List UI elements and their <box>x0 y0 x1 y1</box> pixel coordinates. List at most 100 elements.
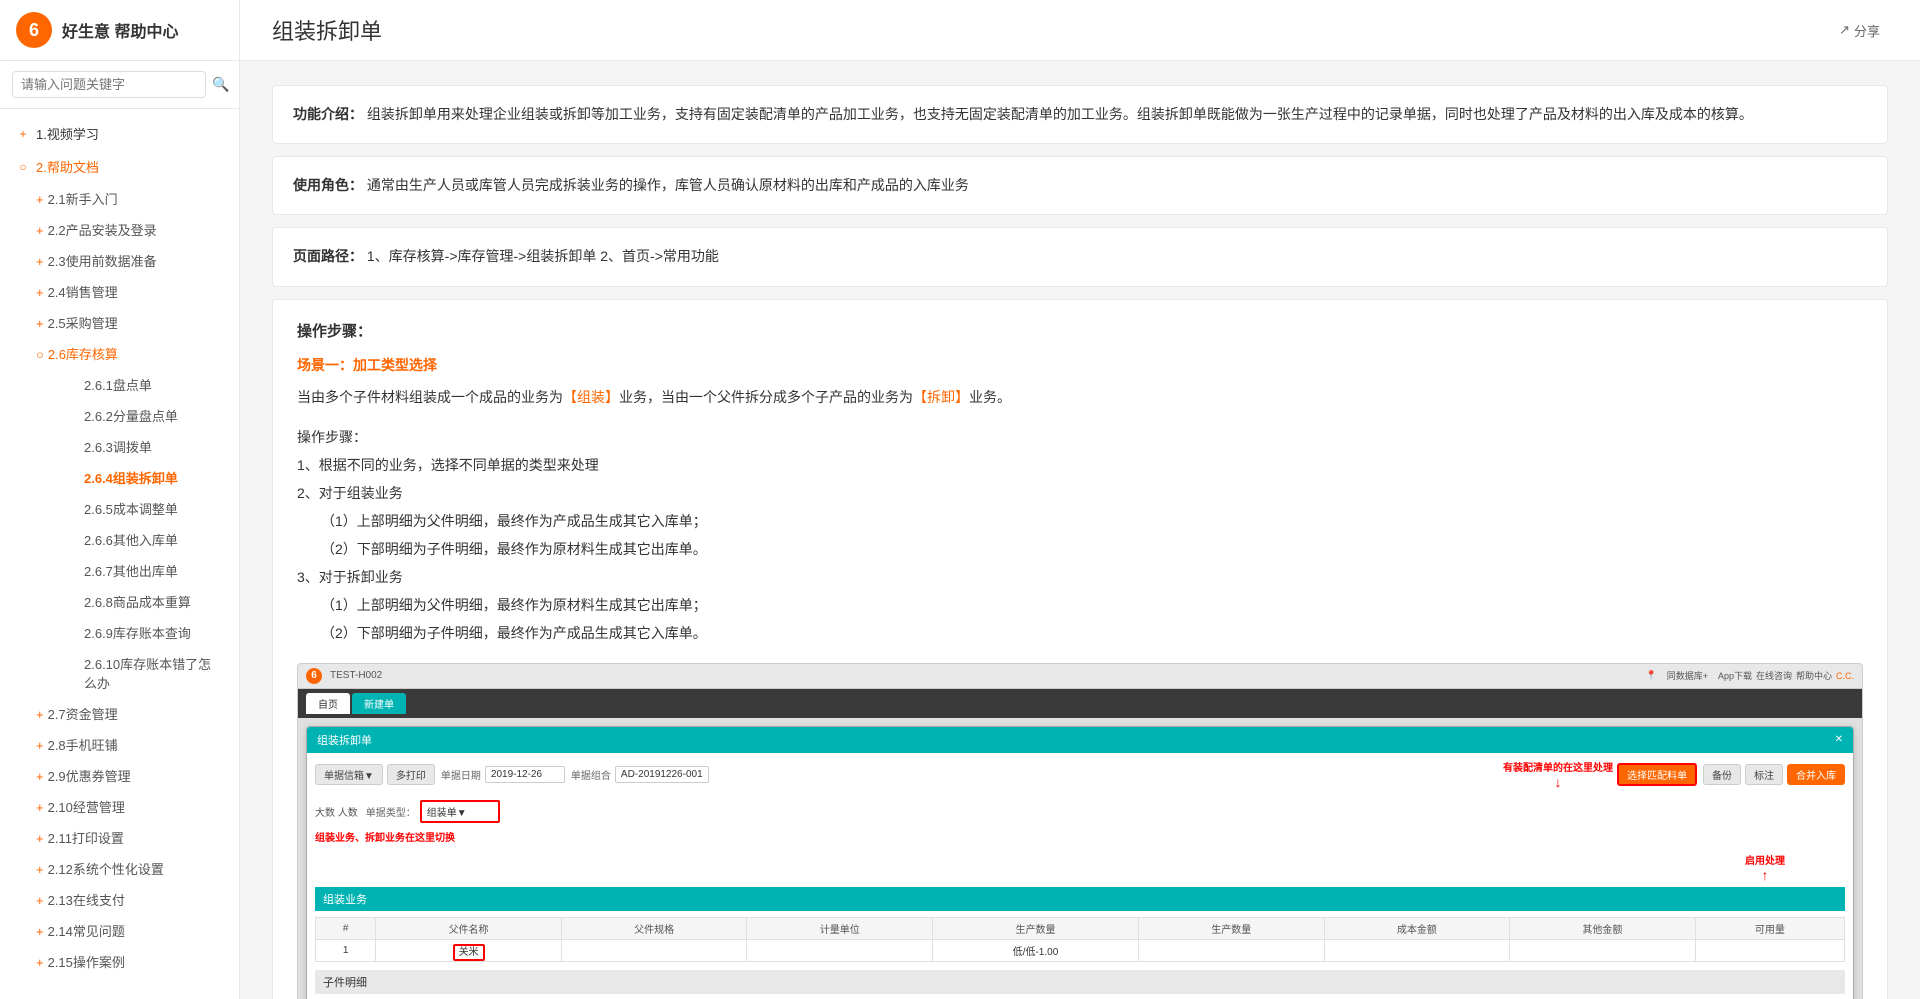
ss-icon1: 📍 <box>1645 670 1656 681</box>
sidebar-item-s268[interactable]: 2.6.8商品成本重算 <box>48 586 239 617</box>
sidebar-item-s22[interactable]: +2.2产品安装及登录 <box>0 214 239 245</box>
sidebar-item-s262[interactable]: 2.6.2分量盘点单 <box>48 400 239 431</box>
ss-user: C.C. <box>1836 671 1854 681</box>
th-parent-spec: 父件规格 <box>561 917 747 939</box>
td-prod2 <box>1138 939 1324 961</box>
steps-section: 操作步骤： 场景一：加工类型选择 当由多个子件材料组装成一个成品的业务为【组装】… <box>272 299 1888 999</box>
sidebar-item-s269[interactable]: 2.6.9库存账本查询 <box>48 617 239 648</box>
ss-biz-input: AD-20191226-001 <box>615 766 709 783</box>
sidebar-item-s27[interactable]: +2.7资金管理 <box>0 698 239 729</box>
ss-type-field: 单据类型： 组装单▼ <box>366 800 500 823</box>
sidebar-item-s210[interactable]: +2.10经营管理 <box>0 791 239 822</box>
ss-btn3: 合并入库 <box>1787 764 1845 785</box>
sidebar-item-s29[interactable]: +2.9优惠券管理 <box>0 760 239 791</box>
td-name-box: 关米 <box>453 944 485 961</box>
sidebar-item-s213[interactable]: +2.13在线支付 <box>0 884 239 915</box>
th-num: # <box>316 917 376 939</box>
sidebar-item-s267[interactable]: 2.6.7其他出库单 <box>48 555 239 586</box>
ss-top-table: # 父件名称 父件规格 计量单位 生产数量 生产数量 成本金额 其他金额 可用量 <box>315 917 1845 962</box>
arrow-down4: ↑ <box>1762 867 1769 883</box>
sidebar-item-s266[interactable]: 2.6.6其他入库单 <box>48 524 239 555</box>
ss-top-section: 组装业务 <box>315 887 1845 911</box>
table-row: 1 关米 低/低-1.00 <box>316 939 1845 961</box>
ss-tab-new: 新建单 <box>352 693 406 714</box>
sidebar-item-s26[interactable]: ○2.6库存核算 <box>0 338 239 369</box>
scenario1-title: 场景一：加工类型选择 <box>297 355 1863 375</box>
ss-annotation4-label: 启用处理 <box>1745 852 1785 867</box>
sidebar-item-s264[interactable]: 2.6.4组装拆卸单 <box>48 462 239 493</box>
sidebar-item-s28[interactable]: +2.8手机旺铺 <box>0 729 239 760</box>
ss-window-actions: ✕ <box>1835 734 1843 745</box>
ss-btn1: 备份 <box>1703 764 1741 785</box>
sidebar: 6 好生意 帮助中心 🔍 + 1.视频学习 ○ 2.帮助文档 +2.1新手入门 … <box>0 0 240 999</box>
ss-bottom-label: 子件明细 <box>323 977 367 989</box>
sidebar-item-s214[interactable]: +2.14常见问题 <box>0 915 239 946</box>
ss-window-header: 组装拆卸单 ✕ <box>307 727 1853 753</box>
ss-label-dacount: 大数 人数 <box>315 804 358 819</box>
th-parent-name: 父件名称 <box>376 917 562 939</box>
sidebar-nav: + 1.视频学习 ○ 2.帮助文档 +2.1新手入门 +2.2产品安装及登录 +… <box>0 109 239 999</box>
sidebar-item-s212[interactable]: +2.12系统个性化设置 <box>0 853 239 884</box>
sidebar-item-s265[interactable]: 2.6.5成本调整单 <box>48 493 239 524</box>
sidebar-item-s211[interactable]: +2.11打印设置 <box>0 822 239 853</box>
ss-modal-window: 组装拆卸单 ✕ 单据信箱▼ 多打印 <box>306 726 1854 999</box>
sidebar-item-s24[interactable]: +2.4销售管理 <box>0 276 239 307</box>
role-card: 使用角色： 通常由生产人员或库管人员完成拆装业务的操作，库管人员确认原材料的出库… <box>272 156 1888 215</box>
ss-toolbar-row1: 单据信箱▼ 多打印 单据日期 2019-12-26 单据组合 <box>315 759 1845 790</box>
ss-form-fields: 单据日期 2019-12-26 单据组合 AD-20191226-001 <box>441 766 1497 783</box>
role-label: 使用角色： <box>293 177 363 193</box>
sidebar-item-s2610[interactable]: 2.6.10库存账本错了怎么办 <box>48 648 239 698</box>
expand-icon: ○ <box>16 160 30 174</box>
sidebar-item-s23[interactable]: +2.3使用前数据准备 <box>0 245 239 276</box>
ss-window-title: 组装拆卸单 <box>317 732 372 748</box>
th-prod-qty: 生产数量 <box>933 917 1139 939</box>
sidebar-item-s263[interactable]: 2.6.3调拨单 <box>48 431 239 462</box>
intro-label: 功能介绍： <box>293 106 363 122</box>
search-input[interactable] <box>12 71 206 98</box>
ss-annotation-area1: 有装配清单的在这里处理 ↓ 选择匹配料单 <box>1503 759 1697 790</box>
screenshot-tabbar: 自页 新建单 <box>298 689 1862 718</box>
ss-date-input: 2019-12-26 <box>485 766 565 783</box>
step1: 1、根据不同的业务，选择不同单据的类型来处理 <box>297 451 1863 479</box>
ops-steps-subtitle: 操作步骤： <box>297 423 1863 451</box>
sidebar-item-s215[interactable]: +2.15操作案例 <box>0 946 239 977</box>
step2-sub1: （1）上部明细为父件明细，最终作为产成品生成其它入库单； <box>321 507 1863 535</box>
ss-bottom-section: 子件明细 # 子件名称 规格型号 计量单位 <box>315 970 1845 999</box>
td-spec <box>561 939 747 961</box>
td-avail-val <box>1695 939 1844 961</box>
sidebar-item-s25[interactable]: +2.5采购管理 <box>0 307 239 338</box>
share-button[interactable]: ↗ 分享 <box>1831 17 1888 44</box>
ss-right-btns: 备份 标注 合并入库 <box>1703 764 1845 785</box>
td-prod1: 低/低-1.00 <box>933 939 1139 961</box>
sidebar-item-s261[interactable]: 2.6.1盘点单 <box>48 369 239 400</box>
sidebar-item-s21[interactable]: +2.1新手入门 <box>0 183 239 214</box>
ss-title: TEST-H002 <box>330 670 382 681</box>
expand-icon: + <box>16 127 30 141</box>
ss-window-body: 单据信箱▼ 多打印 单据日期 2019-12-26 单据组合 <box>307 753 1853 999</box>
search-button[interactable]: 🔍 <box>212 76 229 93</box>
screenshot-window: 组装拆卸单 ✕ 单据信箱▼ 多打印 <box>298 718 1862 999</box>
ss-close[interactable]: ✕ <box>1835 734 1843 745</box>
step2: 2、对于组装业务 <box>297 479 1863 507</box>
step3-sub1: （1）上部明细为父件明细，最终作为原材料生成其它出库单； <box>321 591 1863 619</box>
ss-icon2: App下载 <box>1718 669 1752 682</box>
ss-btn2: 标注 <box>1745 764 1783 785</box>
ss-annotation3-label: 组装业务、拆卸业务在这里切换 <box>315 829 455 844</box>
td-num: 1 <box>316 939 376 961</box>
sidebar-item-docs[interactable]: ○ 2.帮助文档 <box>0 150 239 183</box>
search-box: 🔍 <box>0 61 239 109</box>
sidebar-item-video[interactable]: + 1.视频学习 <box>0 117 239 150</box>
content-area: 功能介绍： 组装拆卸单用来处理企业组装或拆卸等加工业务，支持有固定装配清单的产品… <box>240 61 1920 999</box>
ss-tabs: 自页 新建单 <box>306 689 406 718</box>
sidebar-header: 6 好生意 帮助中心 <box>0 0 239 61</box>
scenario1-desc: 当由多个子件材料组装成一个成品的业务为【组装】业务，当由一个父件拆分成多个子产品… <box>297 383 1863 411</box>
td-name: 关米 <box>376 939 562 961</box>
ss-type-input: 组装单▼ <box>420 800 500 823</box>
ss-tab-home: 自页 <box>306 693 350 714</box>
th-prod-qty2: 生产数量 <box>1138 917 1324 939</box>
intro-card: 功能介绍： 组装拆卸单用来处理企业组装或拆卸等加工业务，支持有固定装配清单的产品… <box>272 85 1888 144</box>
app-title: 好生意 帮助中心 <box>62 18 178 42</box>
ss-annotation2-group: 组装业务、拆卸业务在这里切换 <box>315 829 1845 844</box>
main-content: 组装拆卸单 ↗ 分享 功能介绍： 组装拆卸单用来处理企业组装或拆卸等加工业务，支… <box>240 0 1920 999</box>
ss-annotation4-area: 启用处理 ↑ <box>315 852 1845 883</box>
